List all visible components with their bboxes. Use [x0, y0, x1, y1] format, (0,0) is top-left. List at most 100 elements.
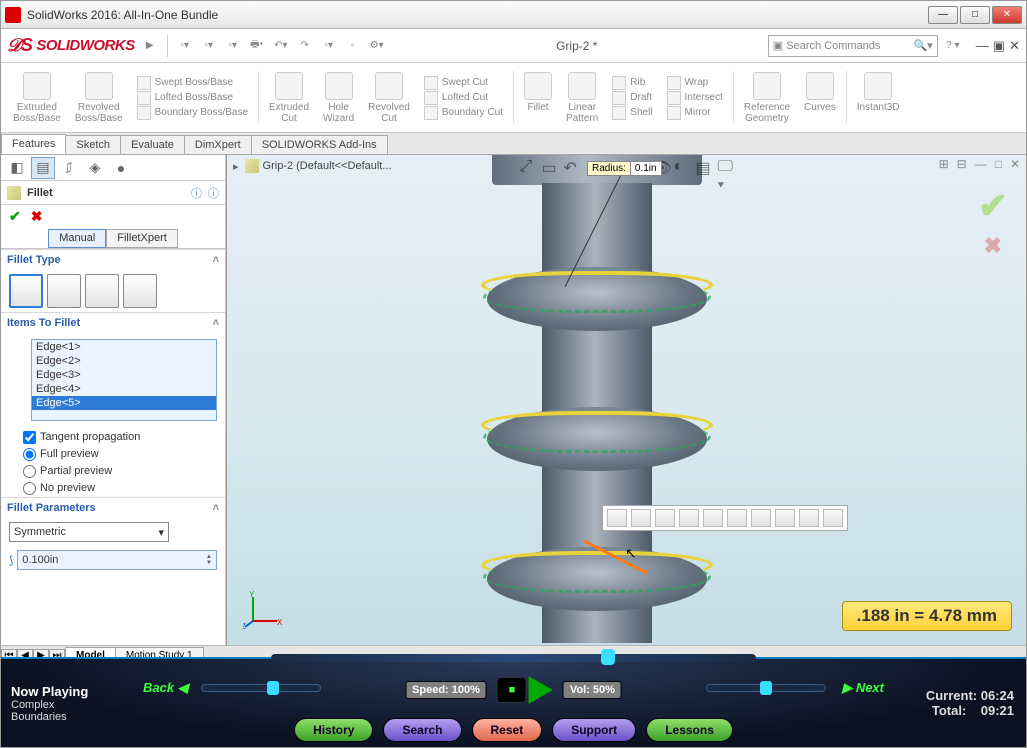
- vp-close[interactable]: ✕: [1010, 157, 1020, 171]
- list-item[interactable]: Edge<3>: [32, 368, 216, 382]
- list-item[interactable]: Edge<4>: [32, 382, 216, 396]
- view-iso[interactable]: [751, 509, 771, 527]
- fillet-type-variable[interactable]: [47, 274, 81, 308]
- config-mgr-icon[interactable]: ⎎: [57, 157, 81, 179]
- print-button[interactable]: 🖶▾: [248, 37, 266, 55]
- tab-sketch[interactable]: Sketch: [65, 135, 121, 154]
- ok-button[interactable]: ✔: [9, 208, 21, 225]
- view-front[interactable]: [607, 509, 627, 527]
- view-trimetric[interactable]: [775, 509, 795, 527]
- stop-button[interactable]: ■: [497, 677, 527, 703]
- progress-thumb[interactable]: [601, 649, 615, 665]
- ribbon-revolved-boss[interactable]: RevolvedBoss/Base: [69, 67, 129, 128]
- full-preview-radio[interactable]: Full preview: [23, 446, 225, 463]
- view-back[interactable]: [631, 509, 651, 527]
- support-button[interactable]: Support: [552, 718, 636, 742]
- view-normal[interactable]: [823, 509, 843, 527]
- list-item[interactable]: Edge<1>: [32, 340, 216, 354]
- inner-close[interactable]: ✕: [1009, 38, 1020, 54]
- subtab-filletxpert[interactable]: FilletXpert: [106, 229, 178, 248]
- speed-slider[interactable]: [201, 684, 321, 692]
- vp-stack-icon[interactable]: ⊟: [957, 157, 967, 171]
- view-dimetric[interactable]: [799, 509, 819, 527]
- appearance-icon[interactable]: ◐: [674, 158, 690, 174]
- ribbon-rib-group[interactable]: Rib Draft Shell: [606, 67, 658, 128]
- list-item[interactable]: Edge<2>: [32, 354, 216, 368]
- select-button[interactable]: ▫▾: [320, 37, 338, 55]
- ribbon-boss-group[interactable]: Swept Boss/Base Lofted Boss/Base Boundar…: [131, 67, 254, 128]
- no-preview-radio[interactable]: No preview: [23, 480, 225, 497]
- property-mgr-icon[interactable]: ▤: [31, 157, 55, 179]
- panel-pin-icon[interactable]: ⓘ: [208, 185, 219, 201]
- tab-evaluate[interactable]: Evaluate: [120, 135, 185, 154]
- volume-slider[interactable]: [706, 684, 826, 692]
- tab-addins[interactable]: SOLIDWORKS Add-Ins: [251, 135, 388, 154]
- ribbon-curves[interactable]: Curves: [798, 67, 842, 128]
- ribbon-extruded-cut[interactable]: ExtrudedCut: [263, 67, 315, 128]
- zoom-fit-icon[interactable]: ⤢: [520, 158, 536, 174]
- window-minimize[interactable]: —: [928, 6, 958, 24]
- new-doc-button[interactable]: ▫▾: [176, 37, 194, 55]
- back-button[interactable]: Back ◀: [143, 680, 188, 696]
- ribbon-ref-geometry[interactable]: ReferenceGeometry: [738, 67, 796, 128]
- inner-minimize[interactable]: —: [976, 38, 989, 54]
- param-mode-select[interactable]: Symmetric▾: [9, 522, 169, 542]
- radius-callout[interactable]: Radius: 0.1in: [587, 161, 662, 176]
- speed-thumb[interactable]: [267, 681, 279, 695]
- reset-button[interactable]: Reset: [472, 718, 543, 742]
- prev-view-icon[interactable]: ↶: [564, 158, 580, 174]
- tab-features[interactable]: Features: [1, 134, 66, 154]
- subtab-manual[interactable]: Manual: [48, 229, 106, 248]
- ribbon-fillet[interactable]: Fillet: [518, 67, 558, 128]
- radius-input[interactable]: 0.100in ▲▼: [17, 550, 217, 570]
- inner-restore[interactable]: ▣: [993, 38, 1005, 54]
- ribbon-hole-wizard[interactable]: HoleWizard: [317, 67, 360, 128]
- fillet-type-full[interactable]: [123, 274, 157, 308]
- ribbon-linear-pattern[interactable]: LinearPattern: [560, 67, 604, 128]
- undo-button[interactable]: ↶▾: [272, 37, 290, 55]
- spin-down[interactable]: ▼: [206, 560, 212, 566]
- view-bottom[interactable]: [727, 509, 747, 527]
- ribbon-cut-group[interactable]: Swept Cut Lofted Cut Boundary Cut: [418, 67, 509, 128]
- window-maximize[interactable]: □: [960, 6, 990, 24]
- ribbon-wrap-group[interactable]: Wrap Intersect Mirror: [661, 67, 729, 128]
- redo-button[interactable]: ↷: [296, 37, 314, 55]
- vp-tile-icon[interactable]: ⊞: [939, 157, 949, 171]
- tangent-propagation-checkbox[interactable]: Tangent propagation: [23, 429, 225, 446]
- breadcrumb[interactable]: Grip-2 (Default<<Default...: [263, 160, 392, 172]
- ribbon-revolved-cut[interactable]: RevolvedCut: [362, 67, 416, 128]
- display-mgr-icon[interactable]: ●: [109, 157, 133, 179]
- progress-slider[interactable]: [271, 654, 756, 662]
- vp-maximize[interactable]: □: [995, 157, 1002, 171]
- lessons-button[interactable]: Lessons: [646, 718, 733, 742]
- fillet-type-header[interactable]: Fillet Type˄: [1, 250, 225, 270]
- menu-flyout[interactable]: ▶: [141, 37, 159, 55]
- history-button[interactable]: History: [294, 718, 373, 742]
- list-item-selected[interactable]: Edge<5>: [32, 396, 216, 410]
- window-close[interactable]: ✕: [992, 6, 1022, 24]
- next-button[interactable]: ▶ Next: [842, 680, 884, 696]
- expand-tree-icon[interactable]: ▸: [233, 160, 239, 173]
- ribbon-instant3d[interactable]: Instant3D: [851, 67, 906, 128]
- fillet-type-face[interactable]: [85, 274, 119, 308]
- volume-thumb[interactable]: [760, 681, 772, 695]
- options-button[interactable]: ⚙▾: [368, 37, 386, 55]
- rebuild-button[interactable]: ▫: [344, 37, 362, 55]
- viewport[interactable]: ▸ Grip-2 (Default<<Default... ⤢ ▭ ↶ ▥ ▣ …: [226, 155, 1026, 645]
- search-commands-input[interactable]: ▣ Search Commands 🔍▾: [768, 35, 938, 57]
- view-left[interactable]: [655, 509, 675, 527]
- fillet-type-constant[interactable]: [9, 274, 43, 308]
- items-header[interactable]: Items To Fillet˄: [1, 313, 225, 333]
- panel-help-icon[interactable]: ⓘ: [191, 185, 202, 201]
- scene-icon[interactable]: ▤: [696, 158, 712, 174]
- view-right[interactable]: [679, 509, 699, 527]
- confirm-check-icon[interactable]: ✔: [978, 185, 1008, 227]
- search-button[interactable]: Search: [383, 718, 461, 742]
- view-settings-icon[interactable]: 🖵▾: [718, 158, 734, 174]
- part-model[interactable]: [457, 155, 737, 645]
- open-doc-button[interactable]: ▫▾: [200, 37, 218, 55]
- view-top[interactable]: [703, 509, 723, 527]
- cancel-button[interactable]: ✖: [31, 208, 43, 225]
- params-header[interactable]: Fillet Parameters˄: [1, 498, 225, 518]
- edges-listbox[interactable]: Edge<1> Edge<2> Edge<3> Edge<4> Edge<5>: [31, 339, 217, 421]
